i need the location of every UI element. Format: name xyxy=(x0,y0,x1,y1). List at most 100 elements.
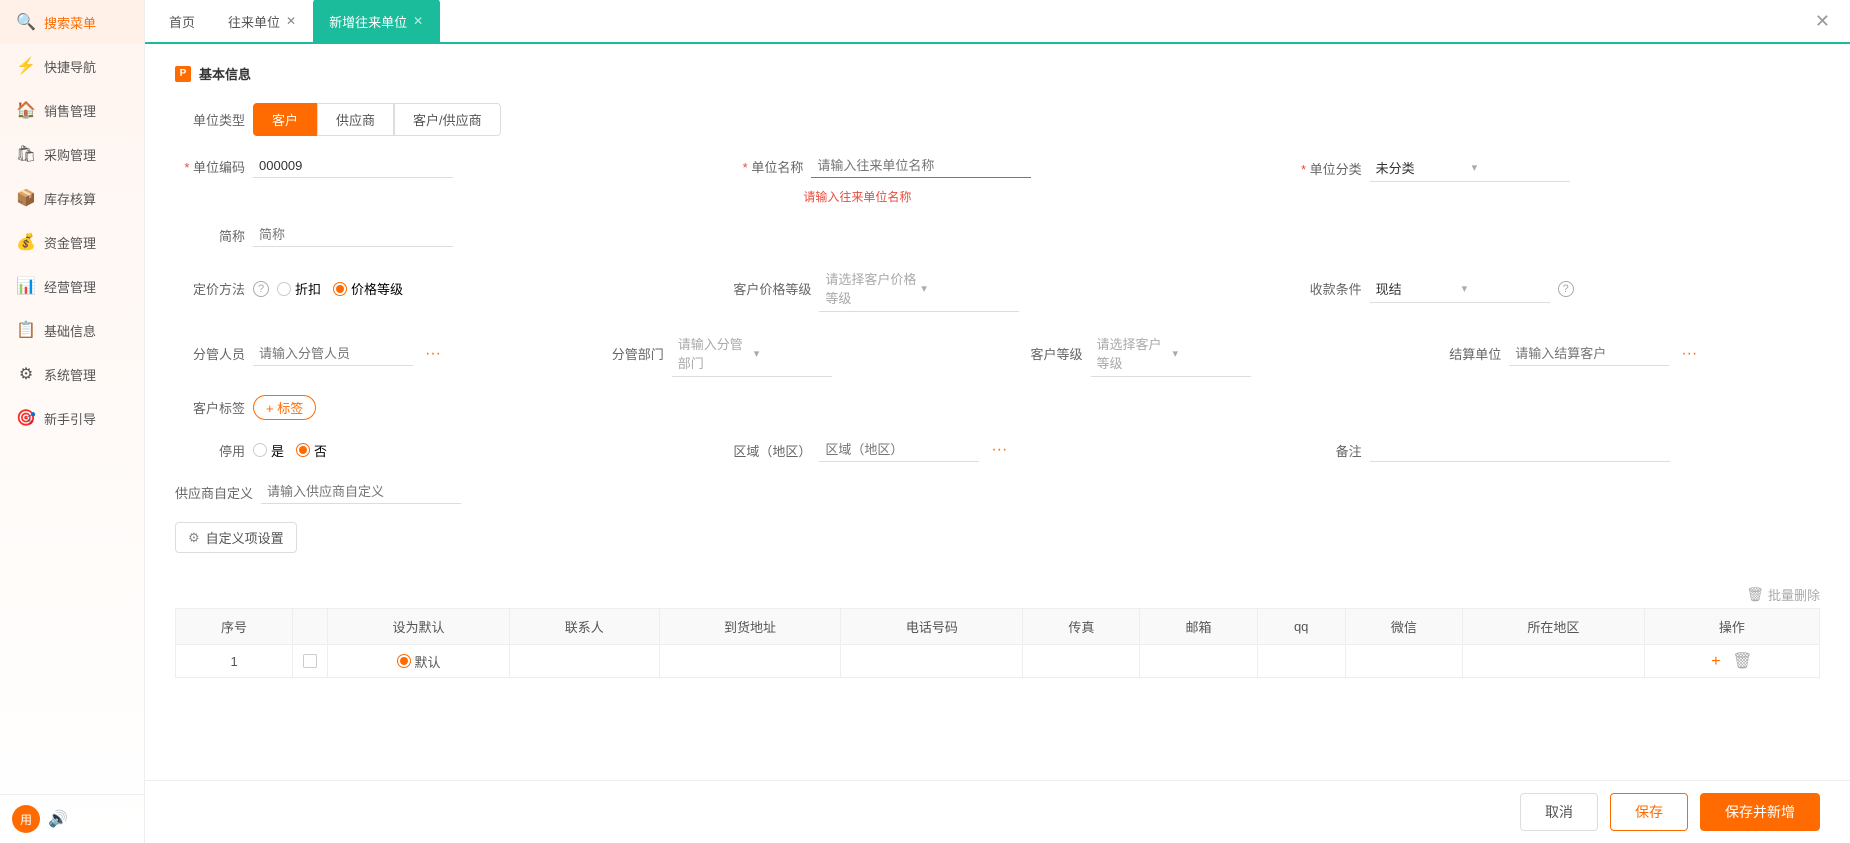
customer-price-level-field: 客户价格等级 请选择客户价格等级 ▾ xyxy=(733,265,1261,312)
type-btn-customer[interactable]: 客户 xyxy=(253,103,317,136)
cell-qq xyxy=(1257,645,1345,678)
customer-price-level-select[interactable]: 请选择客户价格等级 ▾ xyxy=(819,265,1019,312)
settlement-more-btn[interactable]: ··· xyxy=(1677,345,1701,363)
tags-row: 客户标签 + 标签 xyxy=(175,395,1820,420)
unit-name-error: 请输入往来单位名称 xyxy=(803,188,911,205)
customer-level-arrow-icon: ▾ xyxy=(1173,347,1245,360)
settlement-input[interactable] xyxy=(1509,342,1669,366)
dept-arrow-icon: ▾ xyxy=(754,347,826,360)
settlement-label: 结算单位 xyxy=(1431,344,1501,363)
sidebar-item-finance[interactable]: 💰 资金管理 xyxy=(0,220,144,264)
pricing-method-field: 定价方法 ? 折扣 价格等级 xyxy=(175,279,703,298)
quicknav-icon: ⚡ xyxy=(16,56,36,76)
tab-partners[interactable]: 往来单位 ✕ xyxy=(212,0,313,43)
unit-code-input[interactable] xyxy=(253,154,453,178)
save-add-button[interactable]: 保存并新增 xyxy=(1700,793,1820,831)
sidebar-item-search[interactable]: 🔍 搜索菜单 xyxy=(0,0,144,44)
table-header-row: 序号 设为默认 联系人 到货地址 电话号码 传真 邮箱 qq 微信 所在地区 操… xyxy=(176,609,1820,645)
payment-terms-field: 收款条件 现结 ▾ ? xyxy=(1292,275,1820,303)
unit-type-row: 单位类型 客户 供应商 客户/供应商 xyxy=(175,103,1820,136)
supplier-custom-row: 供应商自定义 xyxy=(175,480,1820,504)
payment-help-icon[interactable]: ? xyxy=(1558,281,1574,297)
sidebar-item-guide[interactable]: 🎯 新手引导 xyxy=(0,396,144,440)
sidebar-item-purchase[interactable]: 🛍 采购管理 xyxy=(0,132,144,176)
unit-name-input[interactable] xyxy=(811,154,1031,178)
delete-row-button[interactable]: 🗑 xyxy=(1728,651,1756,671)
footer: 取消 保存 保存并新增 xyxy=(145,780,1850,843)
code-name-row: 单位编码 单位名称 请输入往来单位名称 单位分类 未分类 ▾ xyxy=(175,154,1820,205)
unit-category-select[interactable]: 未分类 ▾ xyxy=(1370,154,1570,182)
search-icon: 🔍 xyxy=(16,12,36,32)
remark-input[interactable] xyxy=(1370,438,1670,462)
unit-type-label: 单位类型 xyxy=(175,110,245,129)
manager-label: 分管人员 xyxy=(175,344,245,363)
sidebar-item-basic[interactable]: 📋 基础信息 xyxy=(0,308,144,352)
add-tag-button[interactable]: + 标签 xyxy=(253,395,316,420)
type-buttons: 客户 供应商 客户/供应商 xyxy=(253,103,501,136)
discount-label: 折扣 xyxy=(295,279,321,298)
contact-table-section: 🗑 批量删除 序号 设为默认 联系人 到货地址 电话号码 传真 邮箱 qq xyxy=(175,585,1820,678)
custom-settings-label: 自定义项设置 xyxy=(206,528,284,547)
col-fax: 传真 xyxy=(1023,609,1140,645)
col-address: 到货地址 xyxy=(659,609,841,645)
custom-settings-button[interactable]: ⚙ 自定义项设置 xyxy=(175,522,297,553)
supplier-custom-field: 供应商自定义 xyxy=(175,480,1820,504)
discount-radio[interactable]: 折扣 xyxy=(277,279,321,298)
region-input[interactable] xyxy=(819,438,979,462)
region-more-btn[interactable]: ··· xyxy=(987,441,1011,459)
add-tag-label: + 标签 xyxy=(266,398,303,417)
col-region: 所在地区 xyxy=(1462,609,1644,645)
save-button[interactable]: 保存 xyxy=(1610,793,1688,831)
tab-partners-close[interactable]: ✕ xyxy=(286,14,296,28)
tab-new-partner-close[interactable]: ✕ xyxy=(413,14,423,28)
tab-new-partner[interactable]: 新增往来单位 ✕ xyxy=(313,0,440,43)
cell-email xyxy=(1140,645,1257,678)
type-btn-supplier[interactable]: 供应商 xyxy=(317,103,394,136)
abbr-row: 简称 xyxy=(175,223,1820,247)
dept-field: 分管部门 请输入分管部门 ▾ xyxy=(594,330,983,377)
sidebar-item-inventory[interactable]: 📦 库存核算 xyxy=(0,176,144,220)
sidebar-item-operations[interactable]: 📊 经营管理 xyxy=(0,264,144,308)
category-arrow-icon: ▾ xyxy=(1472,161,1564,174)
default-radio-item[interactable]: 默认 xyxy=(338,652,499,671)
price-level-radio[interactable]: 价格等级 xyxy=(333,279,403,298)
gear-icon: ⚙ xyxy=(188,530,200,546)
discount-radio-circle xyxy=(277,282,291,296)
pricing-method-label: 定价方法 xyxy=(175,279,245,298)
manager-input[interactable] xyxy=(253,342,413,366)
type-btn-both[interactable]: 客户/供应商 xyxy=(394,103,501,136)
manager-more-btn[interactable]: ··· xyxy=(421,345,445,363)
tab-home-label: 首页 xyxy=(169,12,195,31)
row-checkbox[interactable] xyxy=(303,654,317,668)
dept-select[interactable]: 请输入分管部门 ▾ xyxy=(672,330,832,377)
sidebar-item-quicknav[interactable]: ⚡ 快捷导航 xyxy=(0,44,144,88)
abbr-input[interactable] xyxy=(253,223,453,247)
disabled-yes-radio[interactable]: 是 xyxy=(253,441,284,460)
region-label: 区域（地区） xyxy=(733,441,811,460)
customer-level-select[interactable]: 请选择客户等级 ▾ xyxy=(1091,330,1251,377)
col-contact: 联系人 xyxy=(510,609,660,645)
cancel-button[interactable]: 取消 xyxy=(1520,793,1598,831)
sidebar-item-sales[interactable]: 🏠 销售管理 xyxy=(0,88,144,132)
add-row-button[interactable]: + xyxy=(1707,653,1724,671)
sidebar-bottom: 用 🔊 xyxy=(0,794,144,843)
dept-placeholder: 请输入分管部门 xyxy=(678,334,750,372)
tabbar-close-all[interactable]: ✕ xyxy=(1803,11,1842,32)
supplier-custom-input[interactable] xyxy=(261,480,461,504)
customer-level-label: 客户等级 xyxy=(1013,344,1083,363)
section-title: P 基本信息 xyxy=(175,64,1820,83)
price-level-arrow-icon: ▾ xyxy=(921,282,1013,295)
pricing-help-icon[interactable]: ? xyxy=(253,281,269,297)
remark-field: 备注 xyxy=(1292,438,1820,462)
tab-home[interactable]: 首页 xyxy=(153,0,212,43)
sidebar-item-system[interactable]: ⚙ 系统管理 xyxy=(0,352,144,396)
col-qq: qq xyxy=(1257,609,1345,645)
payment-terms-select[interactable]: 现结 ▾ xyxy=(1370,275,1550,303)
batch-delete-button[interactable]: 🗑 批量删除 xyxy=(1746,585,1820,604)
user-avatar: 用 xyxy=(12,805,40,833)
table-row: 1 默认 xyxy=(176,645,1820,678)
disabled-no-radio[interactable]: 否 xyxy=(296,441,327,460)
main-area: 首页 往来单位 ✕ 新增往来单位 ✕ ✕ P 基本信息 单位类型 客户 供应商 … xyxy=(145,0,1850,843)
customer-price-level-placeholder: 请选择客户价格等级 xyxy=(825,269,917,307)
sidebar-label-system: 系统管理 xyxy=(44,365,96,384)
